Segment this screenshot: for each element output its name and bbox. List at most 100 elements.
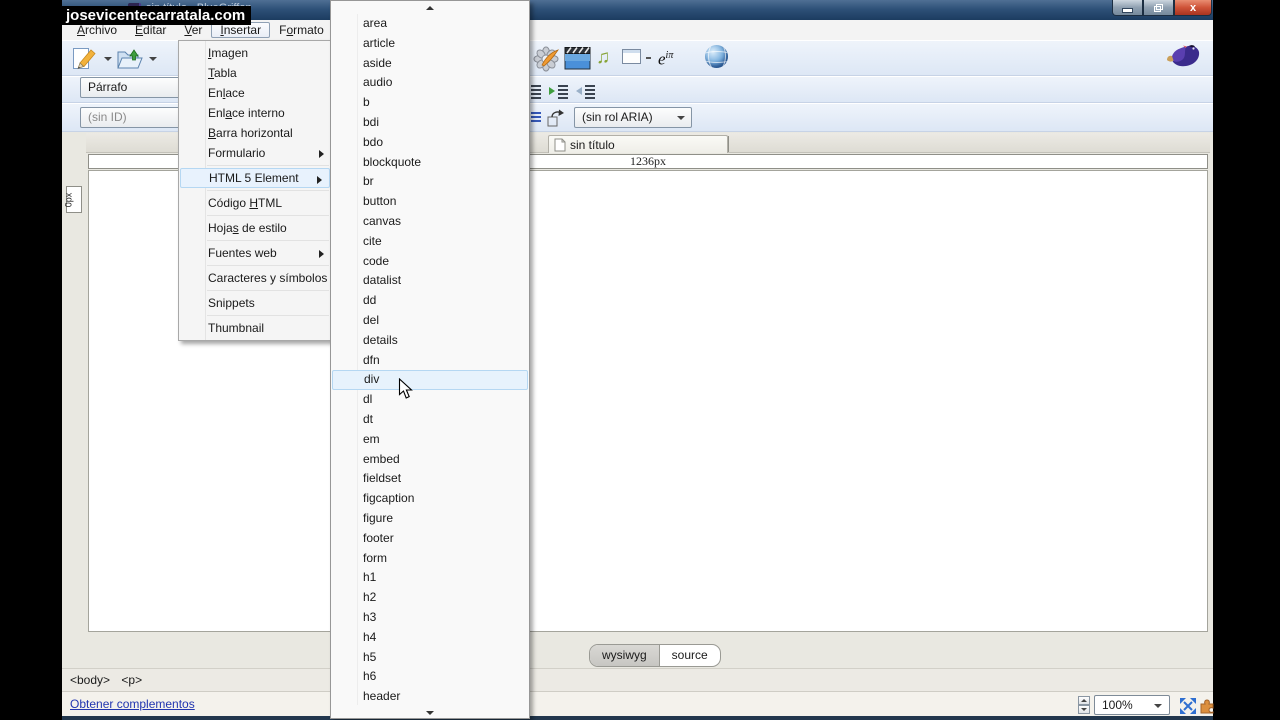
extensions-button[interactable] bbox=[532, 45, 560, 78]
submenu-item-h1[interactable]: h1 bbox=[331, 568, 529, 588]
menu-item-fuentes-web[interactable]: Fuentes web bbox=[179, 243, 331, 263]
close-icon: x bbox=[1189, 1, 1197, 14]
path-p-tag[interactable]: <p> bbox=[121, 673, 142, 687]
screen: sin título - BlueGriffon x josevicenteca… bbox=[0, 0, 1280, 720]
tab-sin-titulo[interactable]: sin título bbox=[548, 135, 728, 153]
submenu-item-cite[interactable]: cite bbox=[331, 232, 529, 252]
submenu-item-del[interactable]: del bbox=[331, 311, 529, 331]
addon-bar: Obtener complementos bbox=[62, 691, 1213, 716]
aria-role-select[interactable]: (sin rol ARIA) bbox=[574, 107, 692, 128]
submenu-item-footer[interactable]: footer bbox=[331, 529, 529, 549]
puzzle-piece-icon bbox=[1200, 699, 1214, 714]
flower-feather-icon bbox=[533, 46, 559, 72]
submenu-item-h6[interactable]: h6 bbox=[331, 667, 529, 687]
submenu-item-button[interactable]: button bbox=[331, 192, 529, 212]
indent-button[interactable] bbox=[549, 82, 571, 100]
zoom-level-select[interactable]: 100% bbox=[1094, 695, 1170, 715]
view-mode-toggle: wysiwyg source bbox=[589, 644, 721, 667]
submenu-item-div[interactable]: div bbox=[332, 370, 528, 391]
submenu-item-canvas[interactable]: canvas bbox=[331, 212, 529, 232]
html5-element-submenu: area article aside audio b bdi bdo block… bbox=[330, 0, 530, 719]
submenu-item-datalist[interactable]: datalist bbox=[331, 271, 529, 291]
menu-item-thumbnail[interactable]: Thumbnail bbox=[179, 318, 331, 338]
zoom-spinner bbox=[1078, 696, 1090, 715]
submenu-item-article[interactable]: article bbox=[331, 34, 529, 54]
wysiwyg-toggle[interactable]: wysiwyg bbox=[590, 645, 660, 666]
swap-element-button[interactable] bbox=[546, 108, 568, 133]
menu-item-barra-horizontal[interactable]: Barra horizontal bbox=[179, 123, 331, 143]
menu-item-formulario[interactable]: Formulario bbox=[179, 143, 331, 163]
page-icon bbox=[554, 138, 566, 151]
submenu-item-dt[interactable]: dt bbox=[331, 410, 529, 430]
menu-item-imagen[interactable]: Imagen bbox=[179, 43, 331, 63]
menu-formato[interactable]: Formato bbox=[270, 22, 333, 38]
submenu-item-header[interactable]: header bbox=[331, 687, 529, 707]
submenu-item-h2[interactable]: h2 bbox=[331, 588, 529, 608]
open-file-button[interactable] bbox=[116, 46, 144, 76]
menu-item-html5-element[interactable]: HTML 5 Element bbox=[180, 168, 330, 188]
ruler-width-label: 1236px bbox=[630, 154, 666, 168]
menu-separator bbox=[207, 315, 329, 316]
outdent-arrow-icon bbox=[576, 87, 582, 95]
maximize-button[interactable] bbox=[1143, 0, 1174, 16]
submenu-item-embed[interactable]: embed bbox=[331, 450, 529, 470]
menu-item-hojas-de-estilo[interactable]: Hojas de estilo bbox=[179, 218, 331, 238]
menu-item-caracteres-simbolos[interactable]: Caracteres y símbolos bbox=[179, 268, 331, 288]
zoom-increase-button[interactable] bbox=[1078, 696, 1090, 705]
submenu-item-figure[interactable]: figure bbox=[331, 509, 529, 529]
submenu-item-audio[interactable]: audio bbox=[331, 73, 529, 93]
submenu-item-h5[interactable]: h5 bbox=[331, 648, 529, 668]
submenu-item-code[interactable]: code bbox=[331, 252, 529, 272]
new-document-button[interactable] bbox=[72, 45, 100, 77]
submenu-item-aside[interactable]: aside bbox=[331, 54, 529, 74]
expand-arrows-icon bbox=[1180, 698, 1196, 714]
menu-separator bbox=[207, 240, 329, 241]
submenu-item-fieldset[interactable]: fieldset bbox=[331, 469, 529, 489]
submenu-item-form[interactable]: form bbox=[331, 549, 529, 569]
justify-icon[interactable] bbox=[531, 83, 541, 101]
get-addons-link[interactable]: Obtener complementos bbox=[70, 697, 195, 711]
tab-label: sin título bbox=[570, 137, 615, 152]
vertical-ruler-tag[interactable]: 0px bbox=[63, 186, 82, 213]
submenu-item-h4[interactable]: h4 bbox=[331, 628, 529, 648]
menu-item-enlace[interactable]: Enlace bbox=[179, 83, 331, 103]
submenu-item-figcaption[interactable]: figcaption bbox=[331, 489, 529, 509]
menu-item-tabla[interactable]: Tabla bbox=[179, 63, 331, 83]
submenu-item-br[interactable]: br bbox=[331, 172, 529, 192]
submenu-item-bdo[interactable]: bdo bbox=[331, 133, 529, 153]
submenu-item-dl[interactable]: dl bbox=[331, 390, 529, 410]
minimize-button[interactable] bbox=[1112, 0, 1143, 16]
insert-video-button[interactable] bbox=[564, 46, 591, 76]
menu-item-codigo-html[interactable]: Código HTML bbox=[179, 193, 331, 213]
submenu-item-bdi[interactable]: bdi bbox=[331, 113, 529, 133]
submenu-item-details[interactable]: details bbox=[331, 331, 529, 351]
list-style-icon[interactable] bbox=[531, 110, 541, 124]
browser-preview-button[interactable] bbox=[705, 45, 728, 68]
bluegriffon-logo bbox=[1156, 42, 1202, 79]
menu-item-snippets[interactable]: Snippets bbox=[179, 293, 331, 313]
submenu-item-b[interactable]: b bbox=[331, 93, 529, 113]
menu-item-enlace-interno[interactable]: Enlace interno bbox=[179, 103, 331, 123]
path-body-tag[interactable]: <body> bbox=[70, 673, 110, 687]
submenu-item-dd[interactable]: dd bbox=[331, 291, 529, 311]
close-button[interactable]: x bbox=[1174, 0, 1212, 16]
submenu-item-area[interactable]: area bbox=[331, 14, 529, 34]
submenu-scroll-up[interactable] bbox=[331, 1, 529, 14]
swap-arrow-icon bbox=[547, 109, 564, 127]
insert-audio-button[interactable]: ♫ bbox=[596, 45, 610, 71]
submenu-scroll-down[interactable] bbox=[331, 707, 529, 720]
panel-dropdown-dash-icon[interactable] bbox=[646, 57, 651, 59]
scroll-up-icon bbox=[426, 5, 434, 10]
source-toggle[interactable]: source bbox=[660, 645, 720, 666]
outdent-button[interactable] bbox=[576, 82, 598, 100]
submenu-item-dfn[interactable]: dfn bbox=[331, 351, 529, 371]
zoom-decrease-button[interactable] bbox=[1078, 705, 1090, 714]
insert-math-button[interactable]: eiπ bbox=[658, 44, 673, 72]
submenu-item-h3[interactable]: h3 bbox=[331, 608, 529, 628]
insert-panel-button[interactable] bbox=[622, 49, 641, 64]
open-file-dropdown[interactable] bbox=[149, 57, 157, 61]
submenu-item-em[interactable]: em bbox=[331, 430, 529, 450]
submenu-item-blockquote[interactable]: blockquote bbox=[331, 153, 529, 173]
new-document-dropdown[interactable] bbox=[104, 57, 112, 61]
menu-separator bbox=[207, 165, 329, 166]
